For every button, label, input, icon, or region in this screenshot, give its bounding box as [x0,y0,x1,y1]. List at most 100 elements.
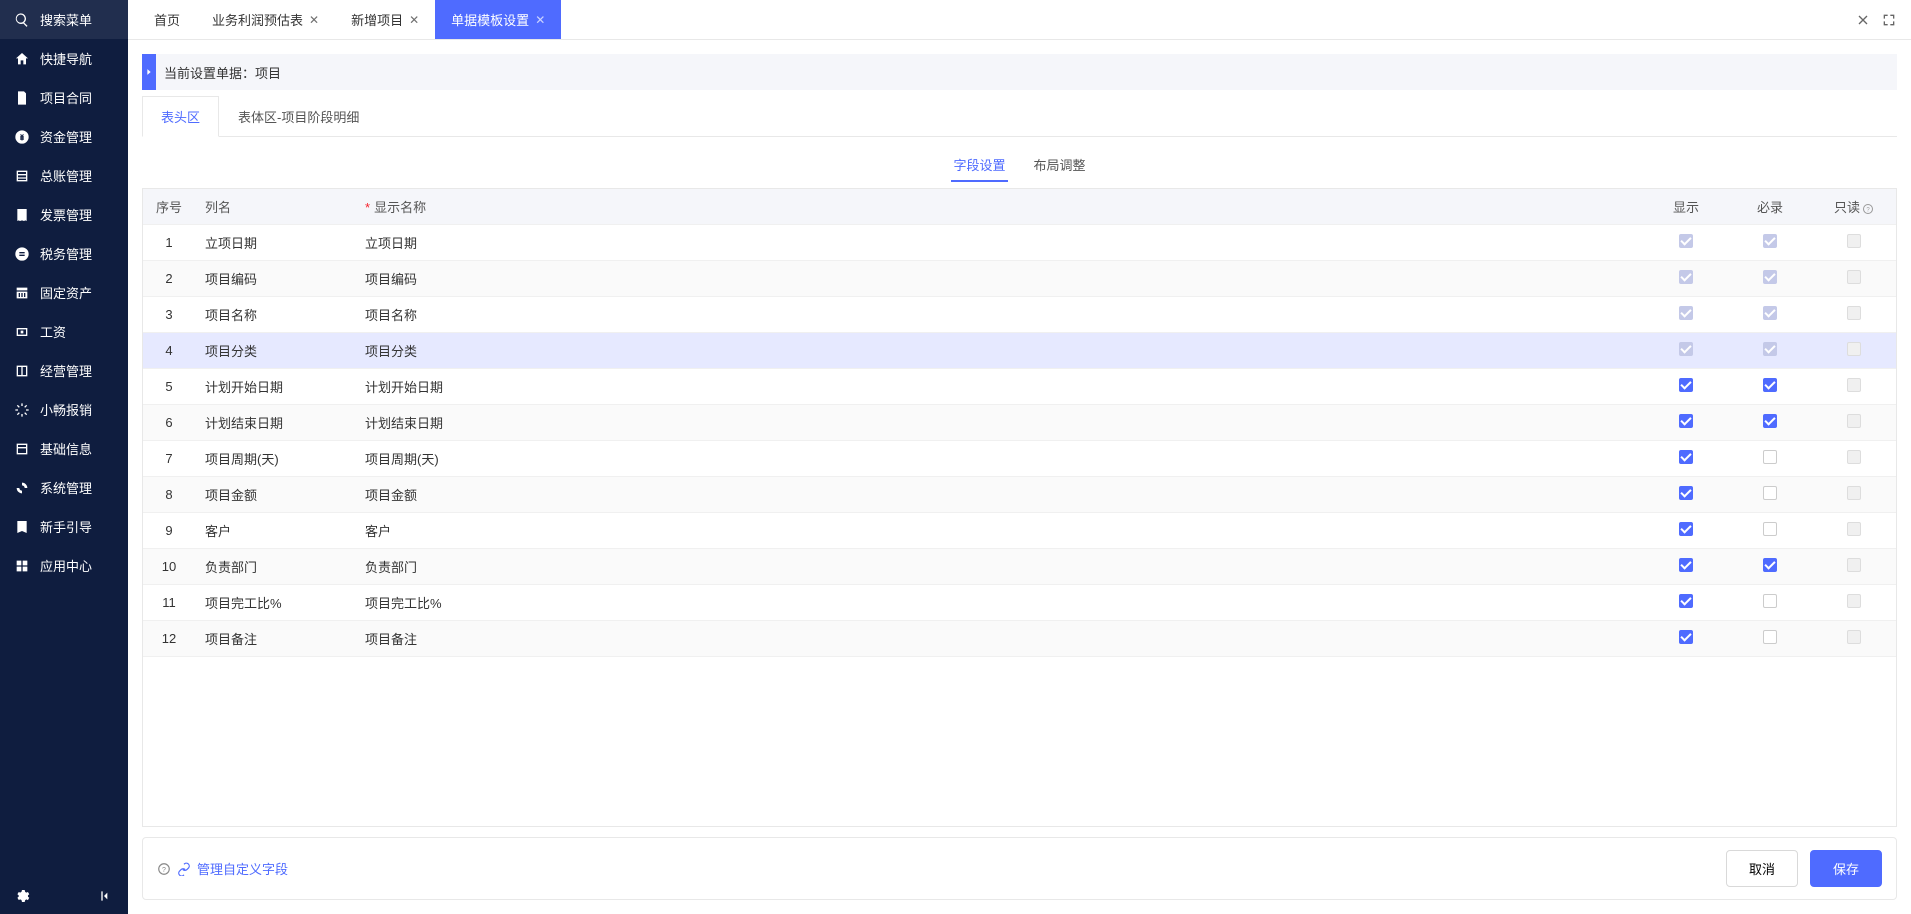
show-checkbox[interactable] [1679,486,1693,500]
required-checkbox[interactable] [1763,522,1777,536]
sidebar-item-biz[interactable]: 经营管理 [0,351,128,390]
tab[interactable]: 业务利润预估表✕ [196,0,335,39]
cell-display[interactable]: 客户 [355,513,1644,549]
show-checkbox[interactable] [1679,414,1693,428]
close-icon[interactable]: ✕ [409,13,419,27]
sidebar-item-info[interactable]: 基础信息 [0,429,128,468]
collapse-icon[interactable] [98,888,114,904]
cell-seq: 8 [143,477,195,513]
cell-req [1728,297,1812,333]
cell-show [1644,513,1728,549]
cell-display[interactable]: 项目周期(天) [355,441,1644,477]
sidebar-item-search[interactable]: 搜索菜单 [0,0,128,39]
setting-text: 当前设置单据：项目 [156,63,281,82]
cell-display[interactable]: 负责部门 [355,549,1644,585]
required-checkbox[interactable] [1763,378,1777,392]
table-row[interactable]: 12项目备注项目备注 [143,621,1896,657]
cell-display[interactable]: 计划结束日期 [355,405,1644,441]
sidebar-item-home[interactable]: 快捷导航 [0,39,128,78]
fullscreen-icon[interactable] [1881,12,1897,28]
required-checkbox[interactable] [1763,450,1777,464]
handle-icon[interactable] [142,54,156,90]
cell-req [1728,333,1812,369]
guide-icon [14,519,30,535]
cell-display[interactable]: 项目完工比% [355,585,1644,621]
readonly-checkbox [1847,306,1861,320]
sidebar-item-ledger[interactable]: 总账管理 [0,156,128,195]
close-icon[interactable]: ✕ [309,13,319,27]
cell-req [1728,477,1812,513]
tab[interactable]: 新增项目✕ [335,0,435,39]
cell-display[interactable]: 项目金额 [355,477,1644,513]
sidebar-item-money[interactable]: 资金管理 [0,117,128,156]
cell-display[interactable]: 项目备注 [355,621,1644,657]
table-row[interactable]: 8项目金额项目金额 [143,477,1896,513]
sidebar-item-guide[interactable]: 新手引导 [0,507,128,546]
close-icon[interactable]: ✕ [535,13,545,27]
sidebar-item-spin[interactable]: 小畅报销 [0,390,128,429]
custom-field-link[interactable]: 管理自定义字段 [197,859,288,878]
table-row[interactable]: 2项目编码项目编码 [143,261,1896,297]
inner-tab[interactable]: 布局调整 [1032,149,1088,182]
table-row[interactable]: 7项目周期(天)项目周期(天) [143,441,1896,477]
help-icon[interactable]: ? [157,862,171,876]
required-checkbox[interactable] [1763,594,1777,608]
required-checkbox[interactable] [1763,414,1777,428]
sidebar-item-label: 资金管理 [40,127,92,146]
sidebar-item-asset[interactable]: 固定资产 [0,273,128,312]
required-checkbox[interactable] [1763,486,1777,500]
show-checkbox[interactable] [1679,522,1693,536]
save-button[interactable]: 保存 [1810,850,1882,887]
cell-req [1728,513,1812,549]
cell-show [1644,477,1728,513]
show-checkbox[interactable] [1679,378,1693,392]
cell-req [1728,225,1812,261]
sidebar-item-sys[interactable]: 系统管理 [0,468,128,507]
gear-icon[interactable] [14,888,30,904]
tab[interactable]: 单据模板设置✕ [435,0,561,39]
sub-tab[interactable]: 表体区-项目阶段明细 [219,96,378,136]
money-icon [14,129,30,145]
sidebar-item-invoice[interactable]: 发票管理 [0,195,128,234]
show-checkbox[interactable] [1679,450,1693,464]
sub-tab[interactable]: 表头区 [142,96,219,137]
cell-name: 项目周期(天) [195,441,355,477]
cell-display[interactable]: 计划开始日期 [355,369,1644,405]
cell-name: 项目名称 [195,297,355,333]
help-icon[interactable]: ? [1862,203,1874,215]
show-checkbox [1679,342,1693,356]
required-checkbox[interactable] [1763,630,1777,644]
sidebar-item-salary[interactable]: 工资 [0,312,128,351]
cell-display[interactable]: 项目分类 [355,333,1644,369]
sidebar-item-doc[interactable]: 项目合同 [0,78,128,117]
show-checkbox[interactable] [1679,558,1693,572]
cell-display[interactable]: 项目名称 [355,297,1644,333]
spin-icon [14,402,30,418]
show-checkbox[interactable] [1679,630,1693,644]
table-row[interactable]: 10负责部门负责部门 [143,549,1896,585]
table-row[interactable]: 1立项日期立项日期 [143,225,1896,261]
sidebar-item-tax[interactable]: 税务管理 [0,234,128,273]
cell-ro [1812,225,1896,261]
required-checkbox[interactable] [1763,558,1777,572]
sidebar-item-app[interactable]: 应用中心 [0,546,128,585]
readonly-checkbox [1847,234,1861,248]
sidebar-item-label: 搜索菜单 [40,10,92,29]
tab-label: 首页 [154,10,180,29]
cell-display[interactable]: 项目编码 [355,261,1644,297]
cancel-button[interactable]: 取消 [1726,850,1798,887]
inner-tab[interactable]: 字段设置 [951,149,1007,182]
table-row[interactable]: 6计划结束日期计划结束日期 [143,405,1896,441]
show-checkbox[interactable] [1679,594,1693,608]
table-row[interactable]: 4项目分类项目分类 [143,333,1896,369]
cell-show [1644,549,1728,585]
table-row[interactable]: 3项目名称项目名称 [143,297,1896,333]
table-row[interactable]: 5计划开始日期计划开始日期 [143,369,1896,405]
tab[interactable]: 首页 [138,0,196,39]
table-row[interactable]: 9客户客户 [143,513,1896,549]
close-all-icon[interactable] [1855,12,1871,28]
cell-display[interactable]: 立项日期 [355,225,1644,261]
table-row[interactable]: 11项目完工比%项目完工比% [143,585,1896,621]
cell-seq: 5 [143,369,195,405]
cell-req [1728,369,1812,405]
